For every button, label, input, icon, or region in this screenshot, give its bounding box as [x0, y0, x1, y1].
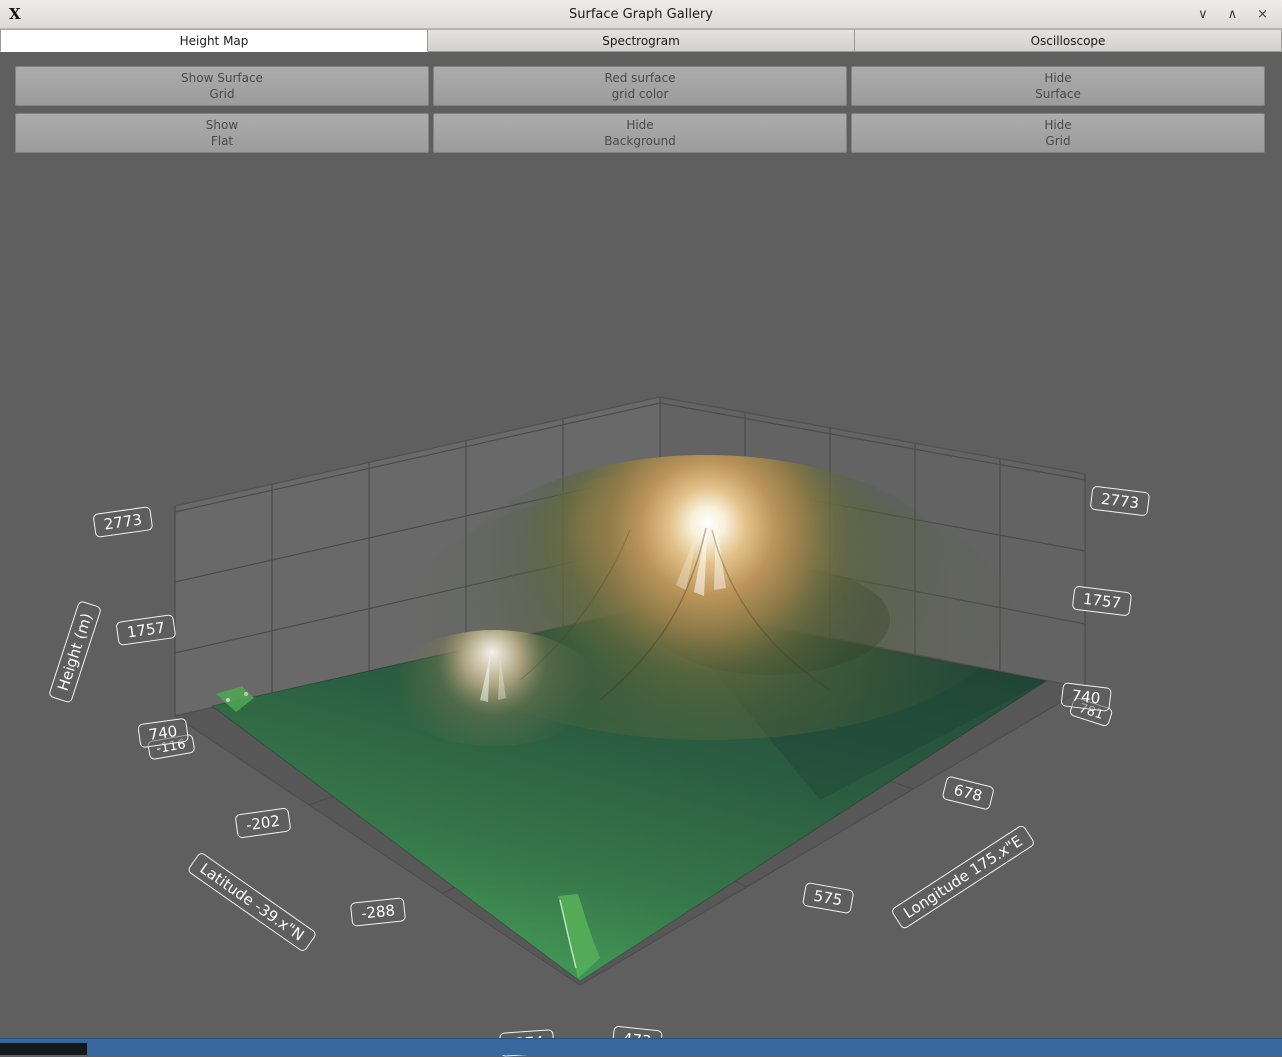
app-icon: X — [9, 5, 21, 23]
shade-icon[interactable]: ∨ — [1198, 0, 1208, 29]
button-label-line2: Flat — [16, 133, 428, 149]
titlebar: X Surface Graph Gallery ∨ ∧ × — [0, 0, 1282, 29]
toggle-flat-shading-button[interactable]: Show Flat — [15, 113, 429, 153]
button-label-line2: grid color — [434, 86, 846, 102]
button-label-line1: Show — [16, 117, 428, 133]
taskbar-launcher[interactable] — [0, 1043, 87, 1055]
close-icon[interactable]: × — [1257, 0, 1268, 29]
maximize-icon[interactable]: ∧ — [1228, 0, 1238, 29]
surface-plot[interactable]: 2773 1757 Height (m) -116 740 2773 1757 … — [0, 52, 1282, 1039]
button-label-line2: Background — [434, 133, 846, 149]
button-label-line1: Red surface — [434, 70, 846, 86]
tab-height-map[interactable]: Height Map — [0, 29, 428, 52]
button-label-line1: Show Surface — [16, 70, 428, 86]
toggle-grid-button[interactable]: Hide Grid — [851, 113, 1265, 153]
button-label-line1: Hide — [434, 117, 846, 133]
tab-spectrogram[interactable]: Spectrogram — [428, 29, 855, 52]
surface-grid-color-button[interactable]: Red surface grid color — [433, 66, 847, 106]
button-label-line2: Grid — [16, 86, 428, 102]
desktop-taskbar[interactable] — [0, 1038, 1282, 1055]
toggle-background-button[interactable]: Hide Background — [433, 113, 847, 153]
window-title: Surface Graph Gallery — [0, 7, 1282, 22]
button-label-line1: Hide — [852, 70, 1264, 86]
toolbar: Show Surface Grid Red surface grid color… — [15, 66, 1265, 153]
tab-oscilloscope[interactable]: Oscilloscope — [855, 29, 1282, 52]
tab-bar: Height Map Spectrogram Oscilloscope — [0, 29, 1282, 52]
window-controls: ∨ ∧ × — [1198, 0, 1282, 29]
toggle-surface-button[interactable]: Hide Surface — [851, 66, 1265, 106]
button-label-line2: Surface — [852, 86, 1264, 102]
surface-plot-canvas — [0, 52, 1282, 1039]
button-label-line2: Grid — [852, 133, 1264, 149]
button-label-line1: Hide — [852, 117, 1264, 133]
toggle-surface-grid-button[interactable]: Show Surface Grid — [15, 66, 429, 106]
